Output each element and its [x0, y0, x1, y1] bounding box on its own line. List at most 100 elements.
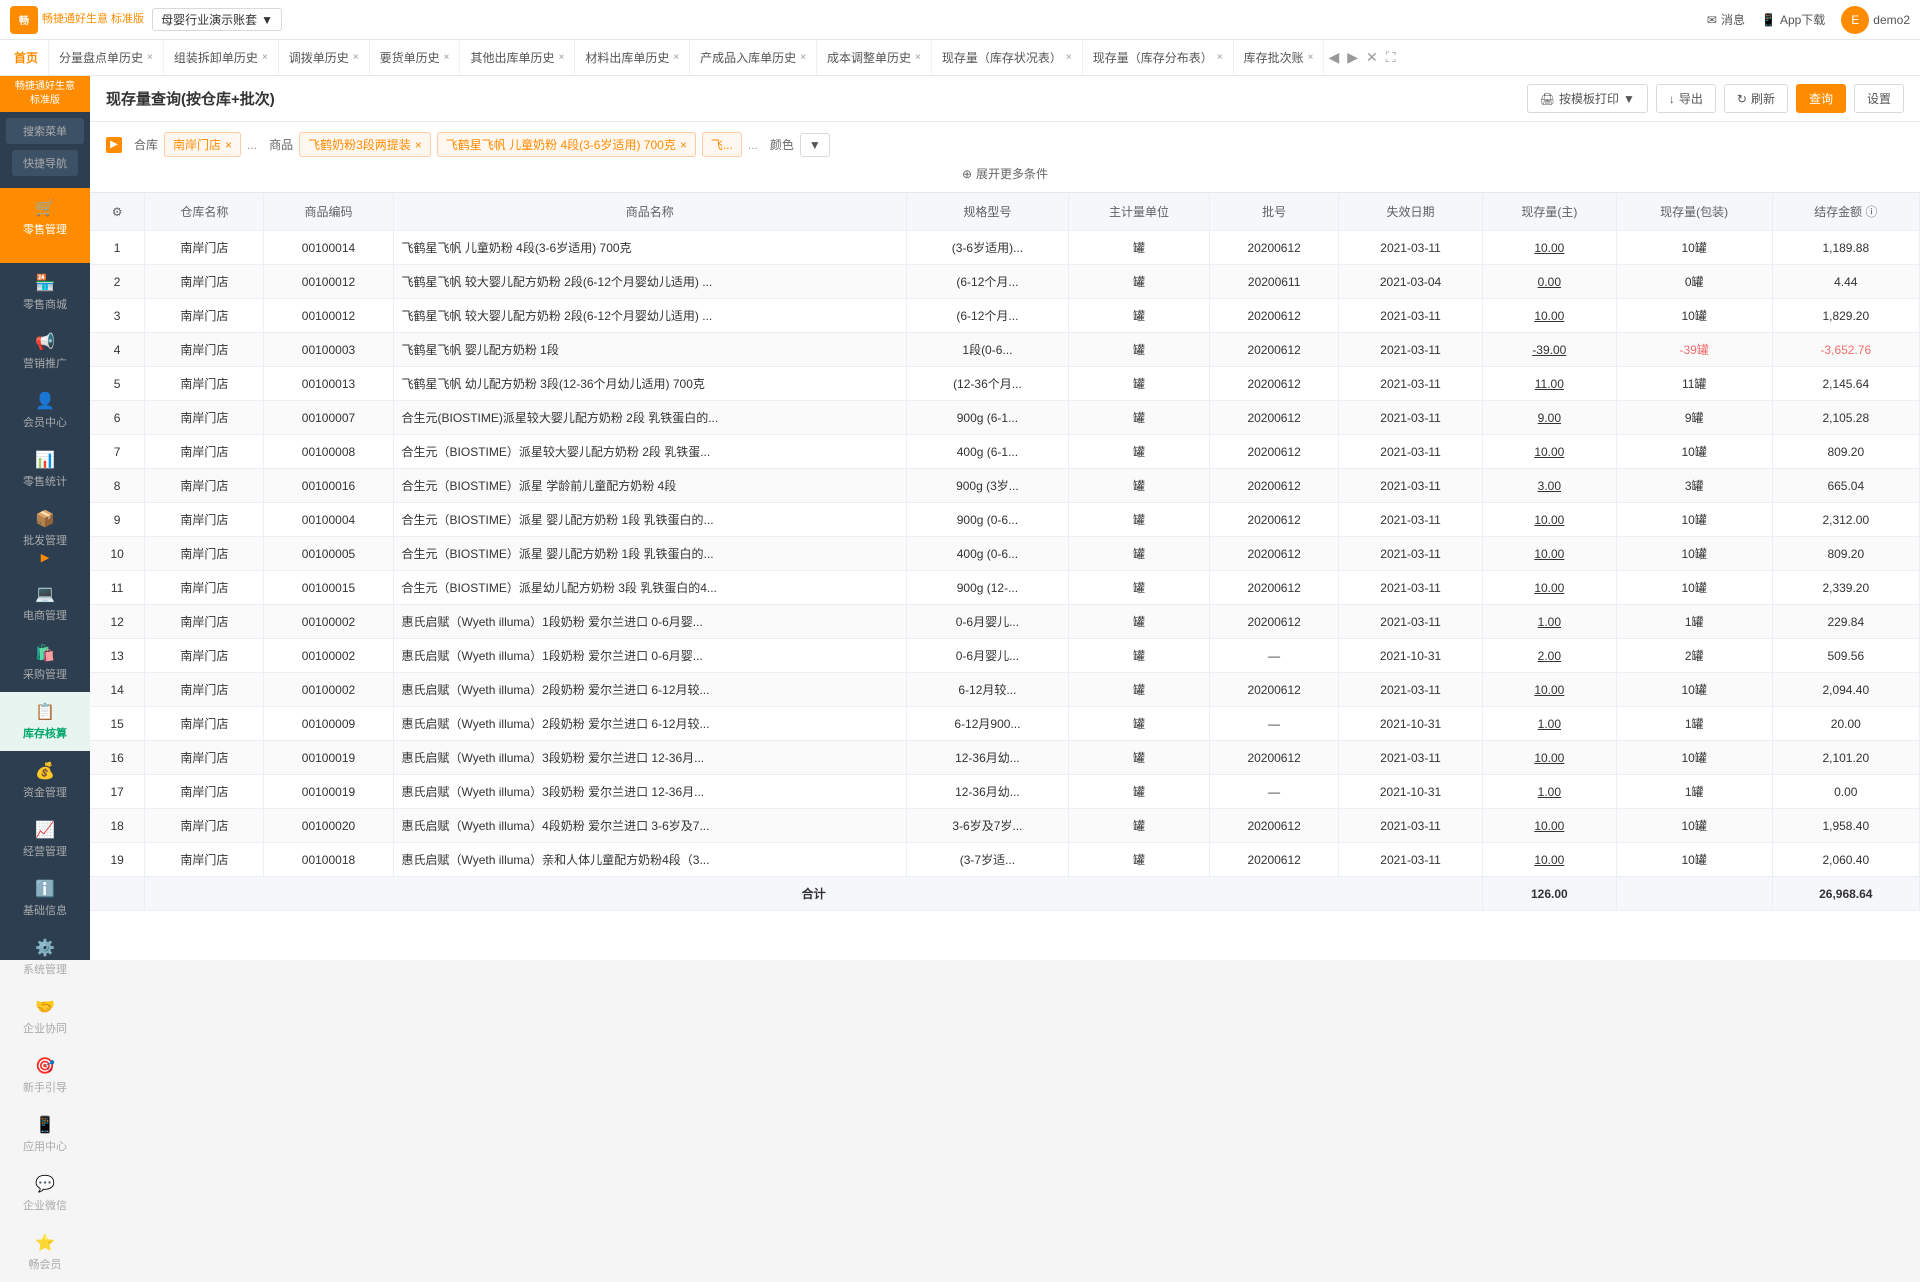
tab-other-out[interactable]: 其他出库单历史 × [460, 40, 575, 76]
tab-disassemble-close[interactable]: × [262, 52, 268, 63]
user-area[interactable]: E demo2 [1841, 6, 1910, 34]
tab-batch-ledger[interactable]: 库存批次账 × [1234, 40, 1325, 76]
product-tag-2[interactable]: 飞鹤星飞帆 儿童奶粉 4段(3-6岁适用) 700克 × [437, 132, 696, 157]
table-row: 6 南岸门店 00100007 合生元(BIOSTIME)派星较大婴儿配方奶粉 … [90, 401, 1920, 435]
message-btn[interactable]: ✉ 消息 [1707, 11, 1745, 28]
tab-home-label: 首页 [14, 49, 38, 66]
tab-cost-adjust-close[interactable]: × [915, 52, 921, 63]
sidebar-item-system[interactable]: ⚙️ 系统管理 [0, 928, 90, 987]
refresh-btn[interactable]: ↻ 刷新 [1724, 84, 1788, 113]
quick-nav-btn[interactable]: 快捷导航 [12, 150, 78, 176]
cell-qty-main[interactable]: 9.00 [1482, 401, 1616, 435]
sidebar-logo: 畅捷通好生意标准版 [0, 76, 90, 112]
sidebar-item-operation[interactable]: 📈 经营管理 [0, 810, 90, 869]
cell-qty-main[interactable]: -39.00 [1482, 333, 1616, 367]
table-row: 4 南岸门店 00100003 飞鹤星飞帆 婴儿配方奶粉 1段 1段(0-6..… [90, 333, 1920, 367]
tab-split-close[interactable]: × [147, 52, 153, 63]
app-download-btn[interactable]: 📱 App下载 [1761, 11, 1825, 28]
sidebar-item-finance[interactable]: 💰 资金管理 [0, 751, 90, 810]
sidebar-item-ecommerce[interactable]: 💻 电商管理 [0, 574, 90, 633]
tab-stock-dist[interactable]: 现存量（库存分布表） × [1083, 40, 1234, 76]
table-row: 17 南岸门店 00100019 惠氏启赋（Wyeth illuma）3段奶粉 … [90, 775, 1920, 809]
expand-conditions-btn[interactable]: ⊕ 展开更多条件 [962, 165, 1048, 182]
cell-qty-main[interactable]: 10.00 [1482, 537, 1616, 571]
cell-qty-main[interactable]: 11.00 [1482, 367, 1616, 401]
product-tag-1[interactable]: 飞鹤奶粉3段两提装 × [299, 132, 431, 157]
tab-material-out[interactable]: 材料出库单历史 × [575, 40, 690, 76]
sidebar-item-basic[interactable]: ℹ️ 基础信息 [0, 869, 90, 928]
nav-prev[interactable]: ◀ [1324, 49, 1343, 66]
cell-qty-main[interactable]: 1.00 [1482, 707, 1616, 741]
tab-adjust[interactable]: 调拨单历史 × [279, 40, 370, 76]
col-spec: 规格型号 [906, 193, 1068, 231]
tab-product-in-close[interactable]: × [800, 52, 806, 63]
nav-next[interactable]: ▶ [1343, 49, 1362, 66]
cell-qty-main[interactable]: 10.00 [1482, 809, 1616, 843]
sidebar-item-wholesale[interactable]: 📦 批发管理 ▶ [0, 499, 90, 574]
cell-qty-main[interactable]: 3.00 [1482, 469, 1616, 503]
filter-toggle-arrow[interactable]: ▶ [106, 137, 122, 153]
cell-warehouse: 南岸门店 [145, 503, 264, 537]
search-menu-btn[interactable]: 搜索菜单 [6, 118, 84, 144]
tab-batch-ledger-close[interactable]: × [1308, 52, 1314, 63]
tab-material-out-close[interactable]: × [673, 52, 679, 63]
tab-other-out-close[interactable]: × [558, 52, 564, 63]
cell-qty-main[interactable]: 10.00 [1482, 571, 1616, 605]
cell-qty-main[interactable]: 10.00 [1482, 231, 1616, 265]
cell-qty-main[interactable]: 0.00 [1482, 265, 1616, 299]
cell-qty-main[interactable]: 2.00 [1482, 639, 1616, 673]
sidebar-item-shop[interactable]: 🏪 零售商城 [0, 263, 90, 322]
tab-requisition-close[interactable]: × [444, 52, 450, 63]
cell-no: 17 [90, 775, 145, 809]
settings-btn[interactable]: 设置 [1854, 84, 1904, 113]
tab-stock-status[interactable]: 现存量（库存状况表） × [932, 40, 1083, 76]
cell-qty-main[interactable]: 10.00 [1482, 435, 1616, 469]
sidebar-item-stats[interactable]: 📊 零售统计 [0, 440, 90, 499]
sidebar-item-inventory[interactable]: 📋 库存核算 [0, 692, 90, 751]
cell-qty-main[interactable]: 10.00 [1482, 673, 1616, 707]
sidebar-item-guide[interactable]: 🎯 新手引导 [0, 1046, 90, 1105]
cell-qty-main[interactable]: 10.00 [1482, 299, 1616, 333]
tab-cost-adjust[interactable]: 成本调整单历史 × [817, 40, 932, 76]
sidebar-item-marketing[interactable]: 📢 营销推广 [0, 322, 90, 381]
product-tag-1-close[interactable]: × [415, 138, 422, 152]
cell-qty-main[interactable]: 1.00 [1482, 775, 1616, 809]
cell-expire: 2021-03-11 [1339, 605, 1483, 639]
industry-select[interactable]: 母婴行业演示账套 ▼ [152, 8, 282, 31]
product-tag-more[interactable]: 飞... [702, 132, 742, 157]
query-btn[interactable]: 查询 [1796, 84, 1846, 113]
color-dropdown[interactable]: ▼ [800, 133, 830, 157]
tab-split[interactable]: 分量盘点单历史 × [49, 40, 164, 76]
export-btn[interactable]: ↓ 导出 [1656, 84, 1716, 113]
sidebar-item-purchase[interactable]: 🛍️ 采购管理 [0, 633, 90, 692]
sidebar-item-appstore[interactable]: 📱 应用中心 [0, 1105, 90, 1164]
tab-stock-dist-close[interactable]: × [1217, 52, 1223, 63]
nav-close-all[interactable]: ✕ [1362, 49, 1382, 66]
tab-product-in[interactable]: 产成品入库单历史 × [690, 40, 817, 76]
warehouse-tag-1[interactable]: 南岸门店 × [164, 132, 241, 157]
cell-expire: 2021-10-31 [1339, 775, 1483, 809]
sidebar-item-retail[interactable]: 🛒 零售管理 ▶ [0, 188, 90, 263]
cell-qty-main[interactable]: 10.00 [1482, 503, 1616, 537]
sidebar-item-member[interactable]: 👤 会员中心 [0, 381, 90, 440]
tab-home[interactable]: 首页 [4, 40, 49, 76]
nav-fullscreen[interactable]: ⛶ [1382, 49, 1400, 66]
tab-requisition[interactable]: 要货单历史 × [370, 40, 461, 76]
sidebar-item-wechat[interactable]: 💬 企业微信 [0, 1164, 90, 1223]
cell-qty-main[interactable]: 10.00 [1482, 741, 1616, 775]
tab-stock-status-close[interactable]: × [1066, 52, 1072, 63]
cell-qty-main[interactable]: 1.00 [1482, 605, 1616, 639]
cell-spec: 6-12月较... [906, 673, 1068, 707]
sidebar-item-enterprise[interactable]: 🤝 企业协同 [0, 987, 90, 1046]
warehouse-tag-1-close[interactable]: × [225, 138, 232, 152]
tab-adjust-close[interactable]: × [353, 52, 359, 63]
cell-qty-main[interactable]: 10.00 [1482, 843, 1616, 877]
product-more[interactable]: ... [748, 138, 758, 152]
cell-balance: -3,652.76 [1772, 333, 1919, 367]
col-settings[interactable]: ⚙ [90, 193, 145, 231]
template-print-btn[interactable]: 🖨 按模板打印 ▼ [1527, 84, 1648, 113]
tab-disassemble[interactable]: 组装拆卸单历史 × [164, 40, 279, 76]
product-tag-2-close[interactable]: × [680, 138, 687, 152]
sidebar-item-vip[interactable]: ⭐ 畅会员 [0, 1223, 90, 1282]
warehouse-more[interactable]: ... [247, 138, 257, 152]
